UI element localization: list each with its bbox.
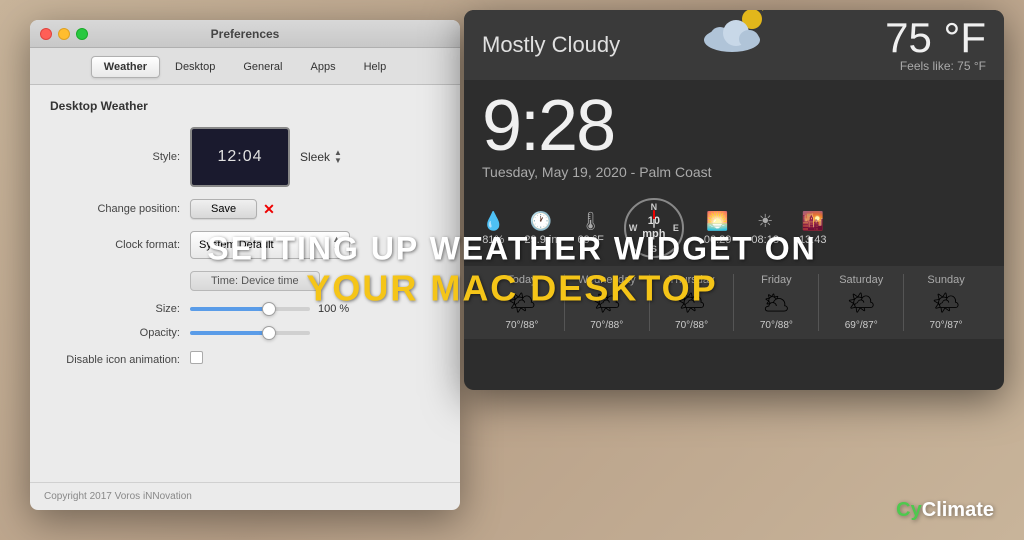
weather-header: Mostly Cloudy 75 °F Feels like: 75 °F — [464, 10, 1004, 80]
size-slider[interactable] — [190, 307, 310, 311]
select-arrows-icon: ▲▼ — [332, 235, 341, 255]
style-row: Style: 12:04 Sleek ▲▼ — [50, 127, 440, 187]
clock-format-label: Clock format: — [50, 239, 180, 251]
weather-forecast: Today 🌤 70°/88° Wednesday 🌤 70°/88° Thur… — [464, 266, 1004, 339]
disable-icon-control — [190, 351, 440, 369]
style-name[interactable]: Sleek ▲▼ — [300, 149, 342, 165]
close-button[interactable] — [40, 28, 52, 40]
disable-icon-row: Disable icon animation: — [50, 351, 440, 369]
cloud-icon — [694, 10, 774, 60]
style-preview: 12:04 — [190, 127, 290, 187]
humidity-stat: 💧 81% — [482, 211, 504, 246]
opacity-label: Opacity: — [50, 327, 180, 339]
maximize-button[interactable] — [76, 28, 88, 40]
sunset-value: 13:43 — [799, 234, 827, 246]
opacity-row: Opacity: — [50, 327, 440, 339]
weather-temp-main: 75 °F Feels like: 75 °F — [885, 17, 986, 73]
weather-condition: Mostly Cloudy — [482, 32, 620, 58]
pressure-stat: 🕐 29.9 in — [524, 211, 557, 246]
tab-weather[interactable]: Weather — [91, 56, 160, 78]
feels-like: Feels like: 75 °F — [885, 59, 986, 73]
weather-widget: Mostly Cloudy 75 °F Feels like: 75 °F 9:… — [464, 10, 1004, 390]
forecast-day-friday: Friday 🌥 70°/88° — [736, 274, 816, 331]
style-label: Style: — [50, 151, 180, 163]
preferences-window: Preferences Weather Desktop General Apps… — [30, 20, 460, 510]
brand-climate: Climate — [922, 499, 994, 521]
clock-format-control: System Default ▲▼ — [190, 231, 440, 259]
forecast-day-saturday: Saturday 🌤 69°/87° — [821, 274, 901, 331]
weather-time-section: 9:28 Tuesday, May 19, 2020 - Palm Coast — [464, 80, 1004, 190]
indoor-temp-stat: 🌡 69 °F — [577, 211, 603, 246]
device-time-label: Time: Device time — [190, 271, 440, 291]
solar-stat: ☀ 08:13 — [751, 211, 779, 246]
forecast-day-wednesday: Wednesday 🌤 70°/88° — [567, 274, 647, 331]
clock-format-select[interactable]: System Default ▲▼ — [190, 231, 350, 259]
tab-help[interactable]: Help — [351, 56, 400, 78]
footer: Copyright 2017 Voros iNNovation — [30, 482, 460, 510]
forecast-day-today: Today 🌤 70°/88° — [482, 274, 562, 331]
sun-times: 🌅 06:29 ☀ 08:13 🌇 13:43 — [704, 211, 827, 246]
sunrise-icon: 🌅 — [706, 211, 728, 232]
change-position-row: Change position: Save ✕ — [50, 199, 440, 219]
solar-value: 08:13 — [751, 234, 779, 246]
opacity-slider[interactable] — [190, 331, 310, 335]
wind-compass: N S E W 10 mph — [624, 198, 684, 258]
disable-icon-checkbox[interactable] — [190, 351, 203, 364]
size-label: Size: — [50, 303, 180, 315]
clock-format-row: Clock format: System Default ▲▼ — [50, 231, 440, 259]
indoor-temp-value: 69 °F — [577, 234, 603, 246]
sunrise-stat: 🌅 06:29 — [704, 211, 732, 246]
pressure-icon: 🕐 — [530, 211, 552, 232]
compass-needle — [653, 210, 655, 228]
pressure-value: 29.9 in — [524, 234, 557, 246]
solar-icon: ☀ — [757, 211, 773, 232]
cancel-button[interactable]: ✕ — [263, 201, 275, 218]
size-value: 100 % — [318, 303, 349, 315]
opacity-control — [190, 331, 440, 335]
change-position-label: Change position: — [50, 203, 180, 215]
humidity-value: 81% — [482, 234, 504, 246]
titlebar: Preferences — [30, 20, 460, 48]
brand: CyClimate — [896, 499, 994, 522]
tab-bar: Weather Desktop General Apps Help — [30, 48, 460, 85]
save-row: Save ✕ — [190, 199, 440, 219]
slider-thumb[interactable] — [262, 302, 276, 316]
brand-cy: Cy — [896, 499, 922, 521]
style-stepper[interactable]: ▲▼ — [334, 149, 342, 165]
device-time-row: Time: Device time — [50, 271, 440, 291]
style-control: 12:04 Sleek ▲▼ — [190, 127, 440, 187]
prefs-content: Desktop Weather Style: 12:04 Sleek ▲▼ Ch… — [30, 85, 460, 482]
forecast-day-thursday: Thursday 🌤 70°/88° — [652, 274, 732, 331]
weather-stats: 💧 81% 🕐 29.9 in 🌡 69 °F N S E W 10 mph — [464, 190, 1004, 266]
minimize-button[interactable] — [58, 28, 70, 40]
sunset-icon: 🌇 — [801, 211, 823, 232]
size-row: Size: 100 % — [50, 303, 440, 315]
sunset-stat: 🌇 13:43 — [799, 211, 827, 246]
tab-general[interactable]: General — [230, 56, 295, 78]
temperature: 75 °F — [885, 17, 986, 59]
weather-time: 9:28 — [482, 90, 986, 162]
weather-date: Tuesday, May 19, 2020 - Palm Coast — [482, 164, 986, 180]
size-control: 100 % — [190, 303, 440, 315]
opacity-thumb[interactable] — [262, 326, 276, 340]
forecast-day-sunday: Sunday 🌤 70°/87° — [906, 274, 986, 331]
sunrise-value: 06:29 — [704, 234, 732, 246]
humidity-icon: 💧 — [482, 211, 504, 232]
thermometer-icon: 🌡 — [579, 211, 602, 232]
tab-apps[interactable]: Apps — [298, 56, 349, 78]
save-button[interactable]: Save — [190, 199, 257, 219]
section-title: Desktop Weather — [50, 99, 440, 113]
window-title: Preferences — [211, 27, 280, 41]
tab-desktop[interactable]: Desktop — [162, 56, 228, 78]
disable-icon-label: Disable icon animation: — [50, 354, 180, 366]
